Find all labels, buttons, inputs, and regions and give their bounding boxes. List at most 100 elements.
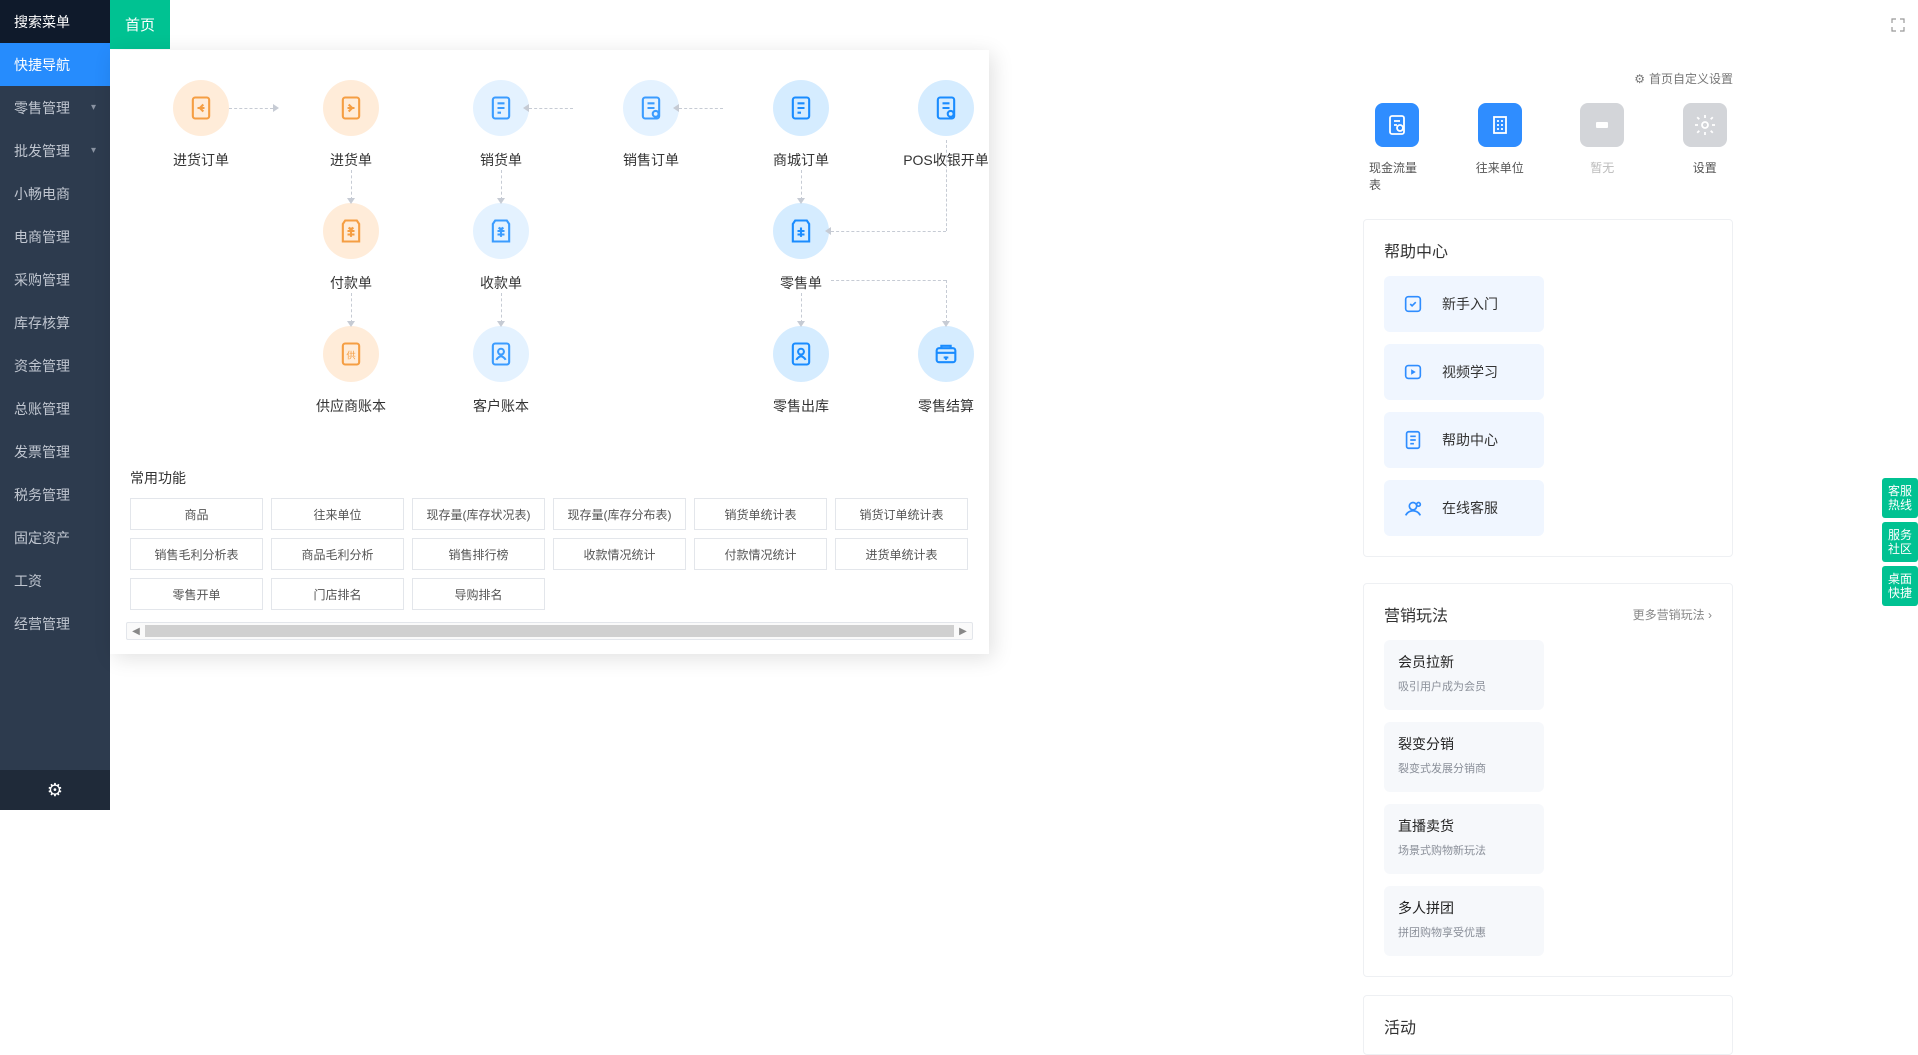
promo-tile-0[interactable]: 会员拉新吸引用户成为会员 [1384, 640, 1544, 710]
flow-payment[interactable]: 付款单 [276, 203, 426, 293]
marketing-title: 营销玩法 [1384, 602, 1448, 626]
sidebar-item-3[interactable]: 批发管理 ▾ [0, 129, 110, 172]
help-center-panel: 帮助中心 新手入门视频学习帮助中心在线客服 [1363, 219, 1733, 557]
sidebar-item-5[interactable]: 电商管理 [0, 215, 110, 258]
sidebar-settings-button[interactable]: ⚙ [0, 770, 110, 810]
sidebar-item-label: 采购管理 [14, 270, 70, 290]
float-button-2[interactable]: 桌面快捷 [1882, 566, 1918, 606]
common-func-button-6[interactable]: 销售毛利分析表 [130, 538, 263, 570]
scroll-left-arrow[interactable]: ◀ [127, 626, 145, 637]
sidebar-item-7[interactable]: 库存核算 [0, 301, 110, 344]
help-label: 新手入门 [1442, 294, 1498, 314]
help-icon [1398, 357, 1428, 387]
quick-access-label: 设置 [1693, 159, 1717, 176]
sidebar-item-label: 快捷导航 [14, 55, 70, 75]
flow-pos-open[interactable]: POS收银开单 [871, 80, 1021, 170]
flow-retail[interactable]: 零售单 [726, 203, 876, 293]
sidebar-item-label: 搜索菜单 [14, 12, 70, 32]
help-tile-0[interactable]: 新手入门 [1384, 276, 1544, 332]
sidebar-item-14[interactable]: 经营管理 [0, 602, 110, 645]
help-label: 视频学习 [1442, 362, 1498, 382]
common-func-button-3[interactable]: 现存量(库存分布表) [553, 498, 686, 530]
sidebar-item-label: 零售管理 [14, 98, 70, 118]
sidebar-item-11[interactable]: 税务管理 [0, 473, 110, 516]
quick-nav-flyout: 进货订单 进货单 销货单 销售订单 商城订单 POS收银开单 付款单 收款单 零… [110, 50, 989, 654]
promo-subtitle: 拼团购物享受优惠 [1398, 924, 1530, 940]
chevron-down-icon: ▾ [91, 145, 96, 156]
sidebar-item-label: 小畅电商 [14, 184, 70, 204]
help-tile-2[interactable]: 帮助中心 [1384, 412, 1544, 468]
flow-sales-bill[interactable]: 销货单 [426, 80, 576, 170]
horizontal-scrollbar[interactable]: ◀ ▶ [126, 622, 973, 640]
sidebar-item-label: 批发管理 [14, 141, 70, 161]
sidebar-item-12[interactable]: 固定资产 [0, 516, 110, 559]
flow-retail-out[interactable]: 零售出库 [726, 326, 876, 416]
promo-tile-2[interactable]: 直播卖货场景式购物新玩法 [1384, 804, 1544, 874]
common-func-button-8[interactable]: 销售排行榜 [412, 538, 545, 570]
flow-customer-ledger[interactable]: 客户账本 [426, 326, 576, 416]
sidebar-item-label: 发票管理 [14, 442, 70, 462]
quick-access-3[interactable]: 设置 [1677, 103, 1734, 193]
flow-purchase-receipt[interactable]: 进货单 [276, 80, 426, 170]
quick-access-0[interactable]: 现金流量表 [1369, 103, 1426, 193]
common-func-button-13[interactable]: 门店排名 [271, 578, 404, 610]
common-func-button-14[interactable]: 导购排名 [412, 578, 545, 610]
promo-subtitle: 场景式购物新玩法 [1398, 842, 1530, 858]
quick-access-1[interactable]: 往来单位 [1472, 103, 1529, 193]
fullscreen-button[interactable] [1878, 0, 1918, 49]
promo-tile-3[interactable]: 多人拼团拼团购物享受优惠 [1384, 886, 1544, 956]
flow-mall-order[interactable]: 商城订单 [726, 80, 876, 170]
quick-access-2[interactable]: 暂无 [1574, 103, 1631, 193]
sidebar-item-label: 资金管理 [14, 356, 70, 376]
sidebar-item-8[interactable]: 资金管理 [0, 344, 110, 387]
common-func-button-1[interactable]: 往来单位 [271, 498, 404, 530]
sidebar-item-13[interactable]: 工资 [0, 559, 110, 602]
sidebar-item-label: 固定资产 [14, 528, 70, 548]
common-func-button-4[interactable]: 销货单统计表 [694, 498, 827, 530]
help-tile-1[interactable]: 视频学习 [1384, 344, 1544, 400]
flow-retail-settle[interactable]: 零售结算 [871, 326, 1021, 416]
sidebar-item-4[interactable]: 小畅电商 [0, 172, 110, 215]
common-func-button-9[interactable]: 收款情况统计 [553, 538, 686, 570]
promo-title: 裂变分销 [1398, 734, 1530, 754]
common-func-button-7[interactable]: 商品毛利分析 [271, 538, 404, 570]
help-tile-3[interactable]: 在线客服 [1384, 480, 1544, 536]
common-func-button-0[interactable]: 商品 [130, 498, 263, 530]
quick-access-label: 往来单位 [1476, 159, 1524, 176]
flow-receipt[interactable]: 收款单 [426, 203, 576, 293]
help-center-title: 帮助中心 [1384, 238, 1712, 262]
sidebar-item-6[interactable]: 采购管理 [0, 258, 110, 301]
scroll-right-arrow[interactable]: ▶ [954, 626, 972, 637]
expand-icon [1890, 17, 1906, 33]
promo-subtitle: 裂变式发展分销商 [1398, 760, 1530, 776]
sidebar-item-label: 总账管理 [14, 399, 70, 419]
sidebar-item-1[interactable]: 快捷导航 [0, 43, 110, 86]
sidebar-item-label: 税务管理 [14, 485, 70, 505]
chevron-down-icon: ▾ [91, 102, 96, 113]
float-button-0[interactable]: 客服热线 [1882, 478, 1918, 518]
common-functions-title: 常用功能 [130, 468, 973, 488]
sidebar-item-0[interactable]: 搜索菜单 [0, 0, 110, 43]
quick-access-row: 现金流量表往来单位 暂无设置 [1363, 103, 1733, 193]
sidebar-item-10[interactable]: 发票管理 [0, 430, 110, 473]
sidebar-item-9[interactable]: 总账管理 [0, 387, 110, 430]
common-func-button-10[interactable]: 付款情况统计 [694, 538, 827, 570]
common-func-button-5[interactable]: 销货订单统计表 [835, 498, 968, 530]
common-func-button-2[interactable]: 现存量(库存状况表) [412, 498, 545, 530]
marketing-more-link[interactable]: 更多营销玩法 [1633, 606, 1712, 623]
home-custom-settings-link[interactable]: 首页自定义设置 [1363, 70, 1733, 87]
scroll-track[interactable] [145, 625, 954, 637]
promo-title: 直播卖货 [1398, 816, 1530, 836]
flow-sales-order[interactable]: 销售订单 [576, 80, 726, 170]
flow-supplier-ledger[interactable]: 供供应商账本 [276, 326, 426, 416]
promo-tile-1[interactable]: 裂变分销裂变式发展分销商 [1384, 722, 1544, 792]
sidebar-item-2[interactable]: 零售管理 ▾ [0, 86, 110, 129]
help-icon [1398, 289, 1428, 319]
flow-purchase-order[interactable]: 进货订单 [126, 80, 276, 170]
common-func-button-11[interactable]: 进货单统计表 [835, 538, 968, 570]
sidebar-item-label: 经营管理 [14, 614, 70, 634]
sidebar-item-label: 工资 [14, 571, 42, 591]
tab-home[interactable]: 首页 [110, 0, 170, 49]
common-func-button-12[interactable]: 零售开单 [130, 578, 263, 610]
float-button-1[interactable]: 服务社区 [1882, 522, 1918, 562]
